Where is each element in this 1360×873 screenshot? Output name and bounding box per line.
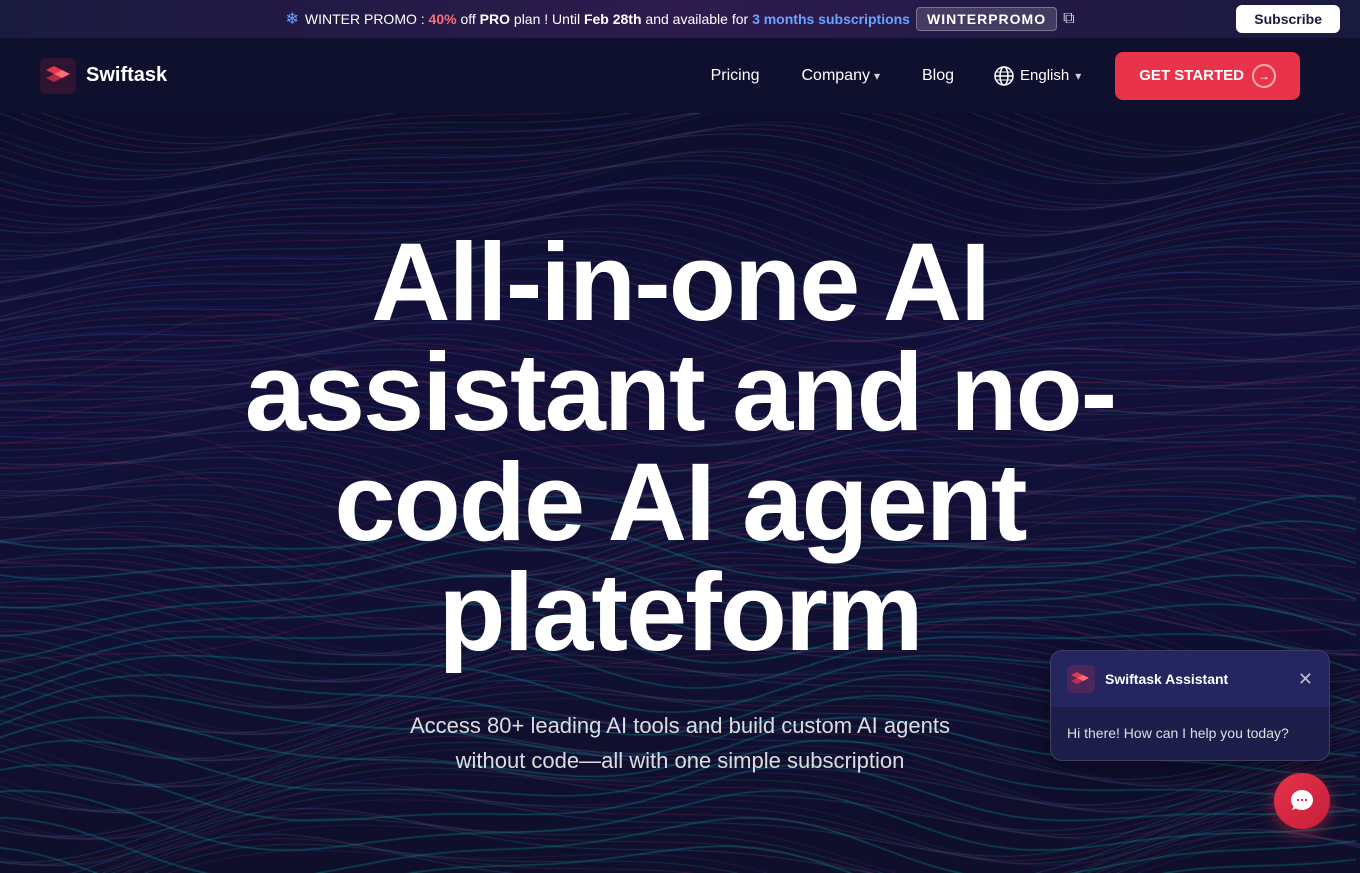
chat-greeting-message: Hi there! How can I help you today? [1067,723,1313,744]
hero-content: All-in-one AI assistant and no- code AI … [245,228,1116,778]
hero-subtitle: Access 80+ leading AI tools and build cu… [380,708,980,778]
chat-popup-body: Hi there! How can I help you today? [1051,707,1329,760]
globe-icon [994,66,1014,86]
language-label: English [1020,67,1069,84]
get-started-button[interactable]: GET STARTED → [1115,52,1300,100]
language-selector[interactable]: English ▾ [980,58,1095,94]
nav-pricing[interactable]: Pricing [695,59,776,93]
chat-bubble-icon [1289,788,1315,814]
copy-icon[interactable]: ⧉ [1063,10,1074,28]
promo-code-badge: WINTERPROMO [916,7,1057,31]
chat-popup-title-area: Swiftask Assistant [1067,665,1228,693]
subscribe-button[interactable]: Subscribe [1236,5,1340,33]
logo-text: Swiftask [86,64,167,87]
company-chevron-icon: ▾ [874,69,880,83]
chat-fab-button[interactable] [1274,773,1330,829]
logo-icon [40,58,76,94]
chat-close-button[interactable]: ✕ [1298,670,1313,688]
arrow-circle-icon: → [1252,64,1276,88]
chat-popup: Swiftask Assistant ✕ Hi there! How can I… [1050,650,1330,761]
chat-widget: Swiftask Assistant ✕ Hi there! How can I… [1050,650,1330,829]
navbar: Swiftask Pricing Company ▾ Blog English … [0,38,1360,113]
snowflake-icon: ❄ [285,9,298,29]
chat-assistant-name: Swiftask Assistant [1105,671,1228,687]
hero-title: All-in-one AI assistant and no- code AI … [245,228,1116,668]
language-chevron-icon: ▾ [1075,69,1081,83]
nav-links: Pricing Company ▾ Blog English ▾ GET STA… [695,52,1300,100]
chat-logo-icon [1067,665,1095,693]
logo-link[interactable]: Swiftask [40,58,167,94]
announcement-text: WINTER PROMO : 40% off PRO plan ! Until … [305,11,910,27]
chat-popup-header: Swiftask Assistant ✕ [1051,651,1329,707]
announcement-bar: ❄ WINTER PROMO : 40% off PRO plan ! Unti… [0,0,1360,38]
nav-blog[interactable]: Blog [906,59,970,93]
nav-company[interactable]: Company ▾ [785,59,896,93]
